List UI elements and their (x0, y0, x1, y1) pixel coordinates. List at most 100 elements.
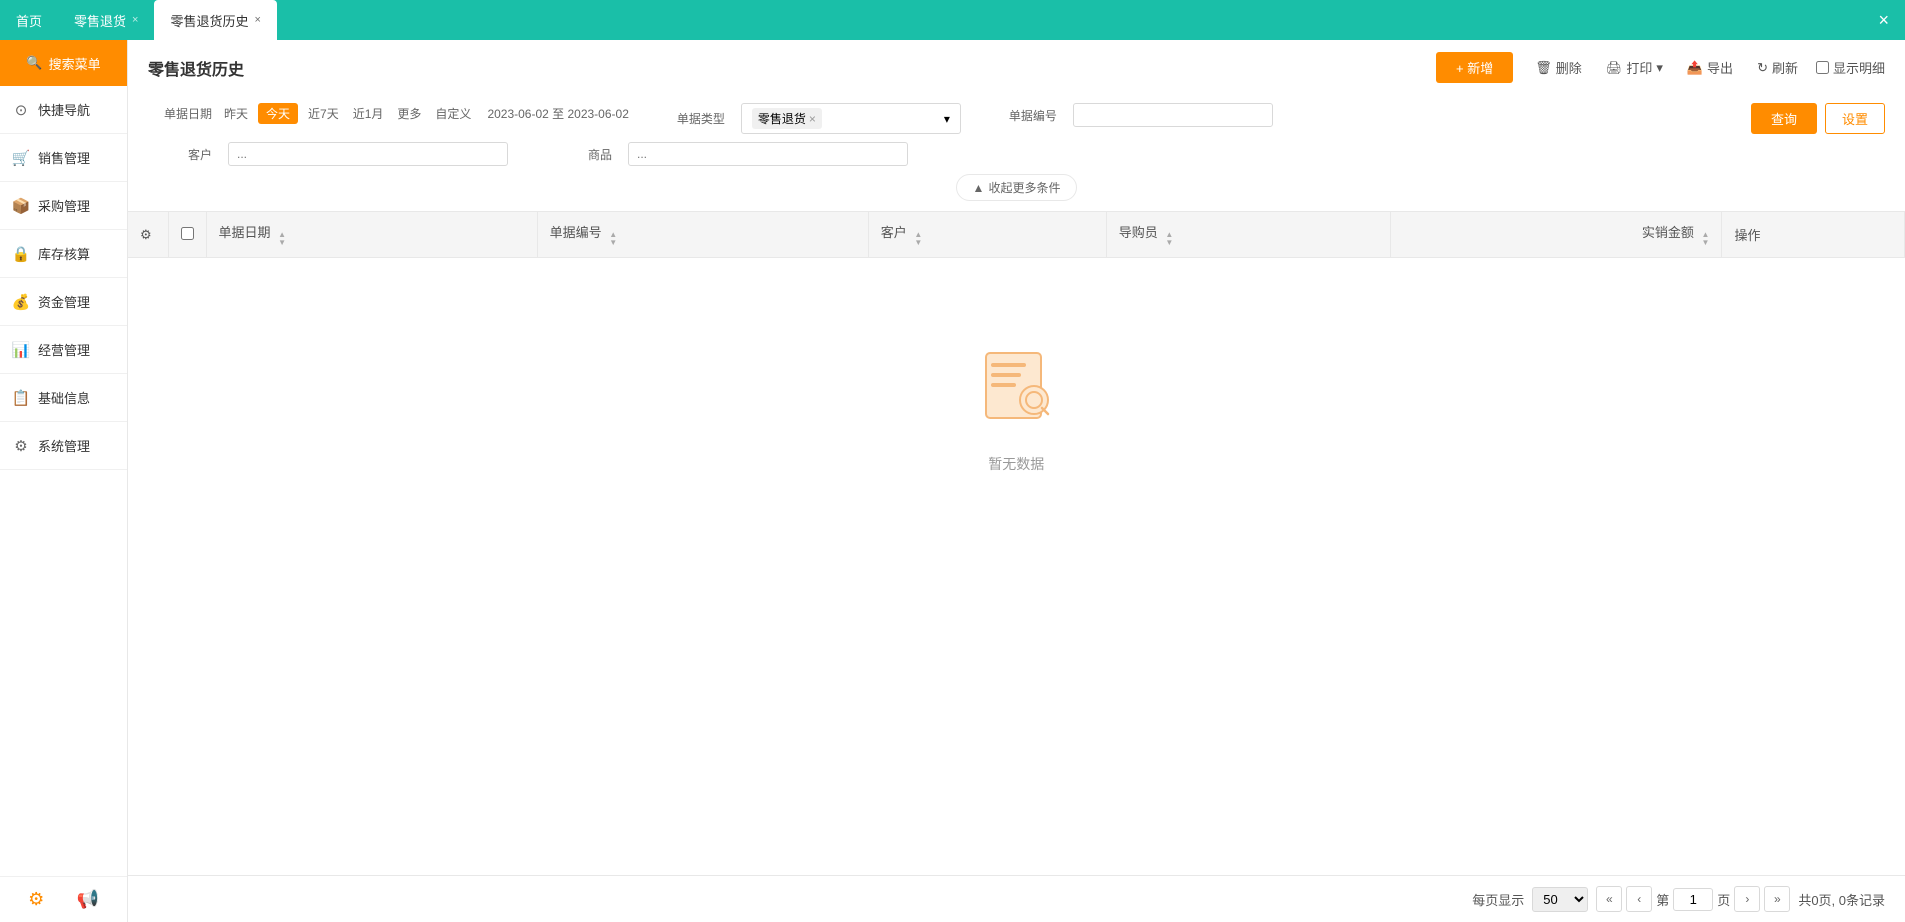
query-button[interactable]: 查询 (1751, 103, 1817, 134)
sidebar-search[interactable]: 🔍 搜索菜单 (0, 40, 127, 86)
add-button[interactable]: + 新增 (1436, 52, 1513, 83)
show-detail-checkbox-label[interactable]: 显示明细 (1816, 58, 1885, 77)
sidebar-item-quick-nav[interactable]: ⊙ 快捷导航 (0, 86, 127, 134)
prev-page-button[interactable]: ‹ (1626, 886, 1652, 912)
sidebar-item-system-mgmt[interactable]: ⚙ 系统管理 (0, 422, 127, 470)
tab-retail-return-label: 零售退货 (74, 11, 126, 30)
sidebar-item-finance-mgmt[interactable]: 💰 资金管理 (0, 278, 127, 326)
tab-home[interactable]: 首页 (0, 0, 58, 40)
collapse-up-icon: ▲ (973, 181, 985, 195)
th-actual-amount: 实销金额 ▲▼ (1391, 212, 1722, 258)
th-customer: 客户 ▲▼ (868, 212, 1106, 258)
date-range-display: 2023-06-02 至 2023-06-02 (487, 105, 628, 122)
tab-list: 首页 零售退货 × 零售退货历史 × (0, 0, 1862, 40)
page-nav: « ‹ 第 页 › » (1596, 886, 1790, 912)
sidebar-item-purchase-mgmt[interactable]: 📦 采购管理 (0, 182, 127, 230)
th-doc-date: 单据日期 ▲▼ (206, 212, 537, 258)
pagination-bar: 每页显示 50 10 20 100 « ‹ 第 页 › » 共0页, 0条记录 (128, 875, 1905, 922)
th-operation-label: 操作 (1734, 228, 1760, 243)
page-label-pre: 第 (1656, 890, 1669, 909)
page-input[interactable] (1673, 888, 1713, 911)
page-header: 零售退货历史 + 新增 🗑 删除 🖨 打印 ▾ 📤 导出 (128, 40, 1905, 212)
filter-row-2: 客户 商品 (148, 142, 1885, 166)
tab-retail-return-close[interactable]: × (132, 14, 138, 26)
customer-input[interactable] (228, 142, 508, 166)
cart-icon: 🛒 (12, 149, 30, 167)
tab-retail-return[interactable]: 零售退货 × (58, 0, 154, 40)
customer-label: 客户 (148, 146, 212, 163)
th-doc-date-sort[interactable]: ▲▼ (278, 231, 286, 247)
per-page-label: 每页显示 (1472, 890, 1524, 909)
sidebar-item-operation-mgmt[interactable]: 📊 经营管理 (0, 326, 127, 374)
column-settings-icon[interactable]: ⚙ (140, 227, 152, 242)
date-options: 昨天 今天 近7天 近1月 更多 自定义 2023-06-02 至 2023-0… (220, 103, 629, 124)
table-area: ⚙ 单据日期 ▲▼ 单据编号 ▲▼ (128, 212, 1905, 875)
empty-text: 暂无数据 (988, 454, 1044, 474)
th-operation: 操作 (1722, 212, 1905, 258)
type-select[interactable]: 零售退货 × ▾ (741, 103, 961, 134)
collapse-button[interactable]: ▲ 收起更多条件 (956, 174, 1078, 201)
date-filter-group: 单据日期 昨天 今天 近7天 近1月 更多 自定义 2023-06-02 至 2… (148, 103, 629, 124)
doc-number-input[interactable] (1073, 103, 1273, 127)
goods-input[interactable] (628, 142, 908, 166)
gear-icon: ⚙ (12, 437, 30, 455)
export-button[interactable]: 📤 导出 (1681, 54, 1739, 81)
finance-icon: 💰 (12, 293, 30, 311)
th-doc-number-label: 单据编号 (550, 225, 602, 240)
settings-bottom-icon[interactable]: ⚙ (28, 889, 44, 910)
customer-filter-group: 客户 (148, 142, 508, 166)
empty-state-icon (966, 338, 1066, 438)
per-page-select[interactable]: 50 10 20 100 (1532, 887, 1588, 912)
select-all-checkbox[interactable] (181, 227, 194, 240)
show-detail-checkbox[interactable] (1816, 61, 1829, 74)
first-page-button[interactable]: « (1596, 886, 1622, 912)
tab-retail-return-history[interactable]: 零售退货历史 × (154, 0, 276, 40)
delete-icon: 🗑 (1535, 60, 1552, 76)
export-icon: 📤 (1687, 60, 1703, 76)
sidebar-item-finance-mgmt-label: 资金管理 (38, 292, 90, 311)
date-yesterday[interactable]: 昨天 (220, 103, 252, 124)
th-actual-amount-sort[interactable]: ▲▼ (1702, 231, 1710, 247)
content-area: 零售退货历史 + 新增 🗑 删除 🖨 打印 ▾ 📤 导出 (128, 40, 1905, 922)
setting-button[interactable]: 设置 (1825, 103, 1885, 134)
type-filter-group: 单据类型 零售退货 × ▾ (669, 103, 961, 134)
search-icon: 🔍 (26, 55, 42, 71)
collapse-row: ▲ 收起更多条件 (148, 174, 1885, 201)
refresh-icon: ↻ (1757, 60, 1768, 76)
doc-number-filter-group: 单据编号 (1001, 103, 1273, 127)
th-guide-sort[interactable]: ▲▼ (1165, 231, 1173, 247)
date-last1month[interactable]: 近1月 (349, 103, 388, 124)
last-page-button[interactable]: » (1764, 886, 1790, 912)
refresh-button[interactable]: ↻ 刷新 (1751, 54, 1804, 81)
th-doc-number-sort[interactable]: ▲▼ (609, 231, 617, 247)
type-tag: 零售退货 × (752, 108, 822, 129)
sidebar-item-inventory-label: 库存核算 (38, 244, 90, 263)
type-filter-label: 单据类型 (669, 110, 725, 127)
window-close-button[interactable]: × (1862, 10, 1905, 31)
sidebar-item-inventory[interactable]: 🔒 库存核算 (0, 230, 127, 278)
th-guide: 导购员 ▲▼ (1106, 212, 1391, 258)
date-today[interactable]: 今天 (258, 103, 298, 124)
delete-button[interactable]: 🗑 删除 (1529, 54, 1588, 81)
collapse-label: 收起更多条件 (988, 179, 1060, 196)
sidebar-item-sales-mgmt[interactable]: 🛒 销售管理 (0, 134, 127, 182)
goods-filter-group: 商品 (548, 142, 908, 166)
table-settings-col[interactable]: ⚙ (128, 212, 168, 258)
print-button[interactable]: 🖨 打印 ▾ (1600, 54, 1669, 81)
type-tag-close[interactable]: × (809, 112, 816, 126)
date-more[interactable]: 更多 (393, 103, 425, 124)
sidebar-item-sales-mgmt-label: 销售管理 (38, 148, 90, 167)
tab-retail-return-history-close[interactable]: × (254, 14, 260, 26)
sidebar-item-basic-info[interactable]: 📋 基础信息 (0, 374, 127, 422)
sidebar-item-purchase-mgmt-label: 采购管理 (38, 196, 90, 215)
next-page-button[interactable]: › (1734, 886, 1760, 912)
print-dropdown-icon: ▾ (1656, 60, 1663, 76)
empty-state: 暂无数据 (128, 258, 1905, 554)
sidebar-item-operation-mgmt-label: 经营管理 (38, 340, 90, 359)
main-layout: 🔍 搜索菜单 ⊙ 快捷导航 🛒 销售管理 📦 采购管理 🔒 库存核算 💰 资金管… (0, 40, 1905, 922)
date-last7days[interactable]: 近7天 (304, 103, 343, 124)
date-custom[interactable]: 自定义 (431, 103, 475, 124)
th-customer-sort[interactable]: ▲▼ (914, 231, 922, 247)
table-check-col[interactable] (168, 212, 206, 258)
notification-icon[interactable]: 📢 (76, 889, 98, 910)
